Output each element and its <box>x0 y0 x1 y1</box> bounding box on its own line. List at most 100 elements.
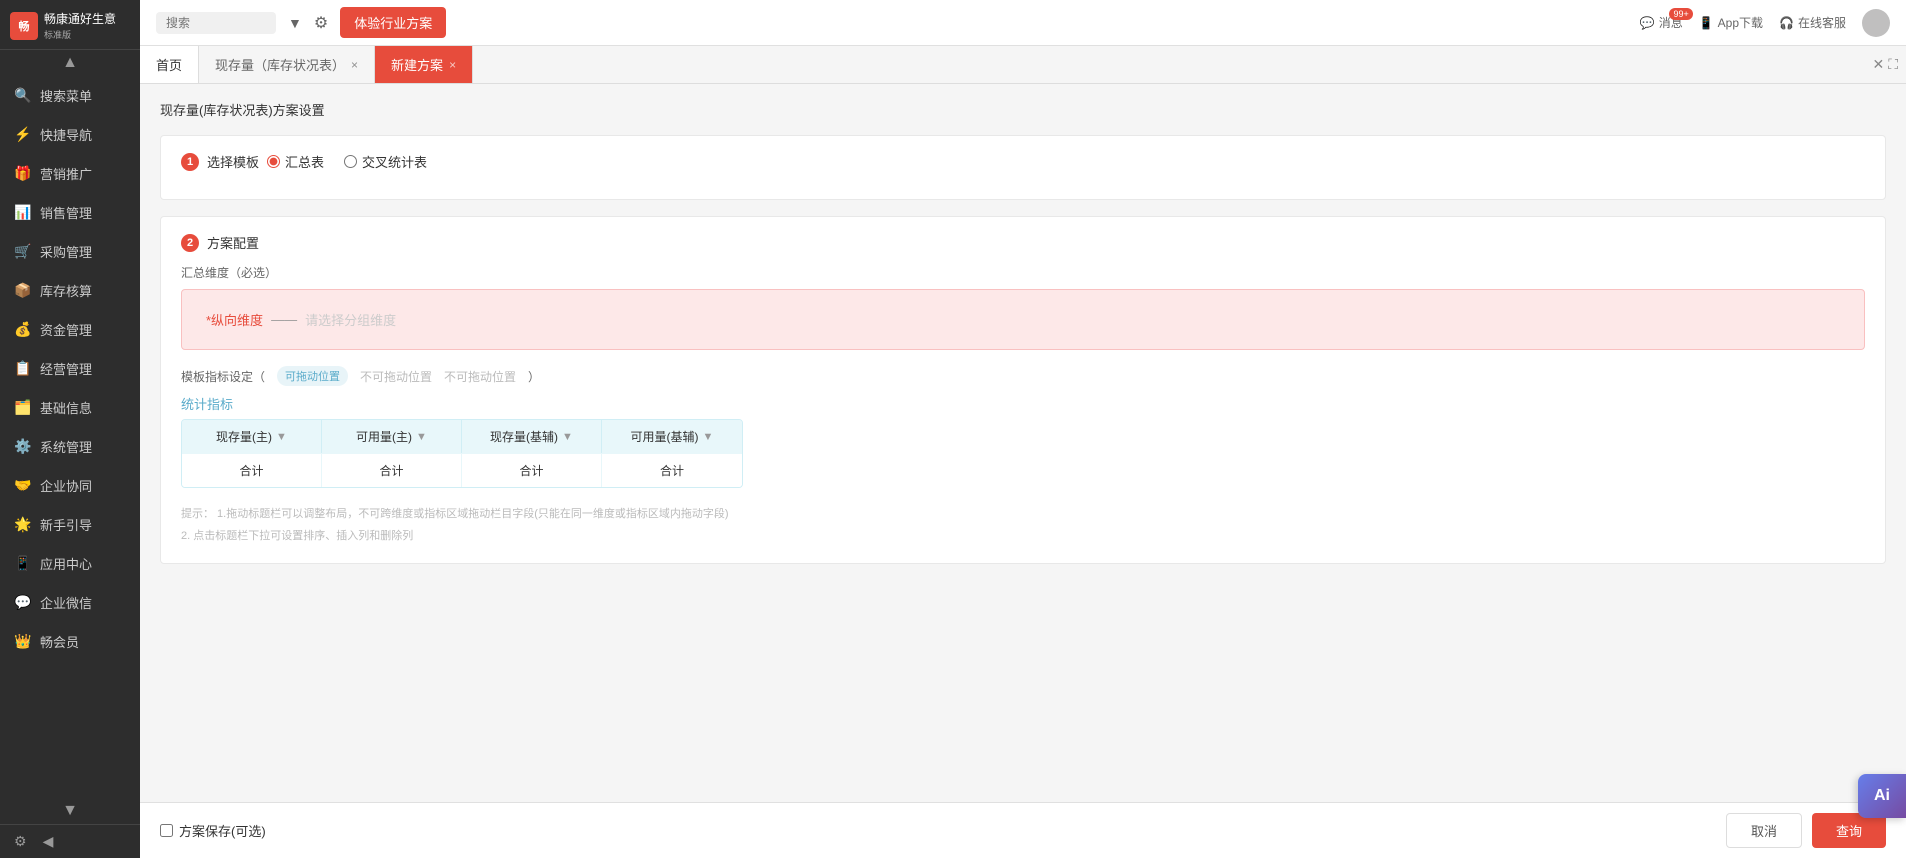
topbar-app-download[interactable]: 📱 App下载 <box>1699 14 1763 31</box>
tab-inventory-close[interactable]: × <box>351 58 358 72</box>
stats-section-title: 统计指标 <box>181 394 1865 413</box>
system-icon: ⚙️ <box>14 437 32 455</box>
indicator-header: 模板指标设定（ 可拖动位置 不可拖动位置 不可拖动位置 ） <box>181 366 1865 386</box>
wechat-icon: 💬 <box>14 593 32 611</box>
tip-line1: 提示： 1.拖动标题栏可以调整布局，不可跨维度或指标区域拖动栏目字段(只能在同一… <box>181 503 1865 525</box>
sidebar-item-wechat[interactable]: 💬 企业微信 <box>0 583 140 622</box>
stats-cell-0: 合计 <box>182 454 322 487</box>
tab-home-label: 首页 <box>156 55 182 74</box>
cancel-button[interactable]: 取消 <box>1726 813 1802 848</box>
finance-icon: 💰 <box>14 320 32 338</box>
stats-cell-3: 合计 <box>602 454 742 487</box>
sidebar-item-system[interactable]: ⚙️ 系统管理 <box>0 427 140 466</box>
tab-new-scheme-close[interactable]: × <box>449 58 456 72</box>
sidebar-item-marketing[interactable]: 🎁 营销推广 <box>0 154 140 193</box>
sidebar-item-inventory[interactable]: 📦 库存核算 <box>0 271 140 310</box>
tabbar: 首页 现存量（库存状况表） × 新建方案 × ✕ ⛶ <box>140 46 1906 84</box>
section-scheme-config: 2 方案配置 汇总维度（必选） *纵向维度 —— 请选择分组维度 模板指标设定（… <box>160 216 1886 564</box>
footer-bar: 方案保存(可选) 取消 查询 <box>140 802 1906 858</box>
sidebar-item-search-menu[interactable]: 🔍 搜索菜单 <box>0 76 140 115</box>
window-close-btn[interactable]: ✕ <box>1872 56 1884 73</box>
sidebar-item-label: 搜索菜单 <box>40 86 92 105</box>
section1-title: 选择模板 <box>207 152 259 171</box>
section1-header: 1 选择模板 汇总表 交叉统计表 <box>181 152 1865 171</box>
sidebar-item-cooperation[interactable]: 🤝 企业协同 <box>0 466 140 505</box>
tab-new-scheme[interactable]: 新建方案 × <box>375 46 473 83</box>
tip-line2: 2. 点击标题栏下拉可设置排序、插入列和删除列 <box>181 525 1865 547</box>
logo-icon: 畅 <box>10 12 38 40</box>
trial-industry-btn[interactable]: 体验行业方案 <box>340 7 446 38</box>
confirm-query-button[interactable]: 查询 <box>1812 813 1886 848</box>
message-badge: 99+ <box>1669 8 1692 20</box>
col-1-dropdown[interactable]: ▼ <box>416 431 427 443</box>
radio-summary-label[interactable]: 汇总表 <box>267 152 324 171</box>
inventory-icon: 📦 <box>14 281 32 299</box>
topbar-dropdown-btn[interactable]: ▼ <box>288 15 302 31</box>
user-avatar[interactable] <box>1862 9 1890 37</box>
stats-col-2: 现存量(基辅) ▼ <box>462 420 602 453</box>
radio-cross-text: 交叉统计表 <box>362 152 427 171</box>
col-3-dropdown[interactable]: ▼ <box>703 431 714 443</box>
col-2-dropdown[interactable]: ▼ <box>562 431 573 443</box>
col-0-dropdown[interactable]: ▼ <box>276 431 287 443</box>
settings-icon[interactable]: ⚙ <box>14 833 27 850</box>
save-checkbox-label[interactable]: 方案保存(可选) <box>160 821 266 840</box>
ai-floating-badge[interactable]: Ai <box>1858 774 1906 818</box>
dim-placeholder[interactable]: 请选择分组维度 <box>305 310 396 329</box>
footer-actions: 取消 查询 <box>1726 813 1886 848</box>
sidebar-nav: 🔍 搜索菜单 ⚡ 快捷导航 🎁 营销推广 📊 销售管理 🛒 采购管理 📦 库存核… <box>0 76 140 798</box>
sidebar-item-label: 系统管理 <box>40 437 92 456</box>
col-1-label: 可用量(主) <box>356 428 412 445</box>
topbar: ▼ ⚙ 体验行业方案 💬 消息 99+ 📱 App下载 🎧 在线客服 <box>140 0 1906 46</box>
app-center-icon: 📱 <box>14 554 32 572</box>
main-area: ▼ ⚙ 体验行业方案 💬 消息 99+ 📱 App下载 🎧 在线客服 首页 <box>140 0 1906 858</box>
sidebar-item-basic-info[interactable]: 🗂️ 基础信息 <box>0 388 140 427</box>
section2-number: 2 <box>181 234 199 252</box>
col-2-label: 现存量(基辅) <box>490 428 558 445</box>
topbar-right: 💬 消息 99+ 📱 App下载 🎧 在线客服 <box>1640 9 1890 37</box>
sidebar-item-purchase[interactable]: 🛒 采购管理 <box>0 232 140 271</box>
non-draggable-text: 不可拖动位置 <box>444 368 516 385</box>
topbar-search-input[interactable] <box>156 12 276 34</box>
tab-inventory[interactable]: 现存量（库存状况表） × <box>199 46 375 83</box>
sidebar-item-label: 资金管理 <box>40 320 92 339</box>
radio-cross-label[interactable]: 交叉统计表 <box>344 152 427 171</box>
search-menu-icon: 🔍 <box>14 86 32 104</box>
app-logo: 畅 畅康通好生意 标准版 <box>0 0 140 50</box>
audio-icon[interactable]: ◀ <box>43 833 54 850</box>
section1-number: 1 <box>181 153 199 171</box>
section-choose-template: 1 选择模板 汇总表 交叉统计表 <box>160 135 1886 200</box>
save-checkbox[interactable] <box>160 824 173 837</box>
sidebar-item-member[interactable]: 👑 畅会员 <box>0 622 140 661</box>
page-title: 现存量(库存状况表)方案设置 <box>160 100 1886 119</box>
service-icon: 🎧 <box>1779 16 1794 30</box>
sidebar-item-label: 库存核算 <box>40 281 92 300</box>
sidebar-item-label: 营销推广 <box>40 164 92 183</box>
sidebar-bottom: ⚙ ◀ <box>0 824 140 858</box>
sidebar-item-finance[interactable]: 💰 资金管理 <box>0 310 140 349</box>
tab-home[interactable]: 首页 <box>140 46 199 83</box>
sidebar-item-sales[interactable]: 📊 销售管理 <box>0 193 140 232</box>
stats-col-3: 可用量(基辅) ▼ <box>602 420 742 453</box>
sidebar-item-label: 采购管理 <box>40 242 92 261</box>
dim-dash: —— <box>271 312 297 327</box>
topbar-gear-btn[interactable]: ⚙ <box>314 13 328 33</box>
sidebar-item-quick-nav[interactable]: ⚡ 快捷导航 <box>0 115 140 154</box>
sidebar-item-operations[interactable]: 📋 经营管理 <box>0 349 140 388</box>
sidebar: 畅 畅康通好生意 标准版 ▲ 🔍 搜索菜单 ⚡ 快捷导航 🎁 营销推广 📊 销售… <box>0 0 140 858</box>
sidebar-item-label: 畅会员 <box>40 632 79 651</box>
col-0-label: 现存量(主) <box>216 428 272 445</box>
sidebar-item-label: 新手引导 <box>40 515 92 534</box>
sidebar-scroll-down-btn[interactable]: ▼ <box>0 798 140 824</box>
sidebar-item-label: 销售管理 <box>40 203 92 222</box>
sidebar-item-app-center[interactable]: 📱 应用中心 <box>0 544 140 583</box>
sidebar-scroll-up-btn[interactable]: ▲ <box>0 50 140 76</box>
sidebar-item-newbie[interactable]: 🌟 新手引导 <box>0 505 140 544</box>
topbar-online-service[interactable]: 🎧 在线客服 <box>1779 14 1846 31</box>
window-expand-btn[interactable]: ⛶ <box>1888 56 1898 73</box>
radio-cross[interactable] <box>344 155 357 168</box>
topbar-message[interactable]: 💬 消息 99+ <box>1640 14 1683 31</box>
stats-table-header: 现存量(主) ▼ 可用量(主) ▼ 现存量(基辅) ▼ 可用量(基辅) ▼ <box>182 420 742 453</box>
marketing-icon: 🎁 <box>14 164 32 182</box>
radio-summary[interactable] <box>267 155 280 168</box>
